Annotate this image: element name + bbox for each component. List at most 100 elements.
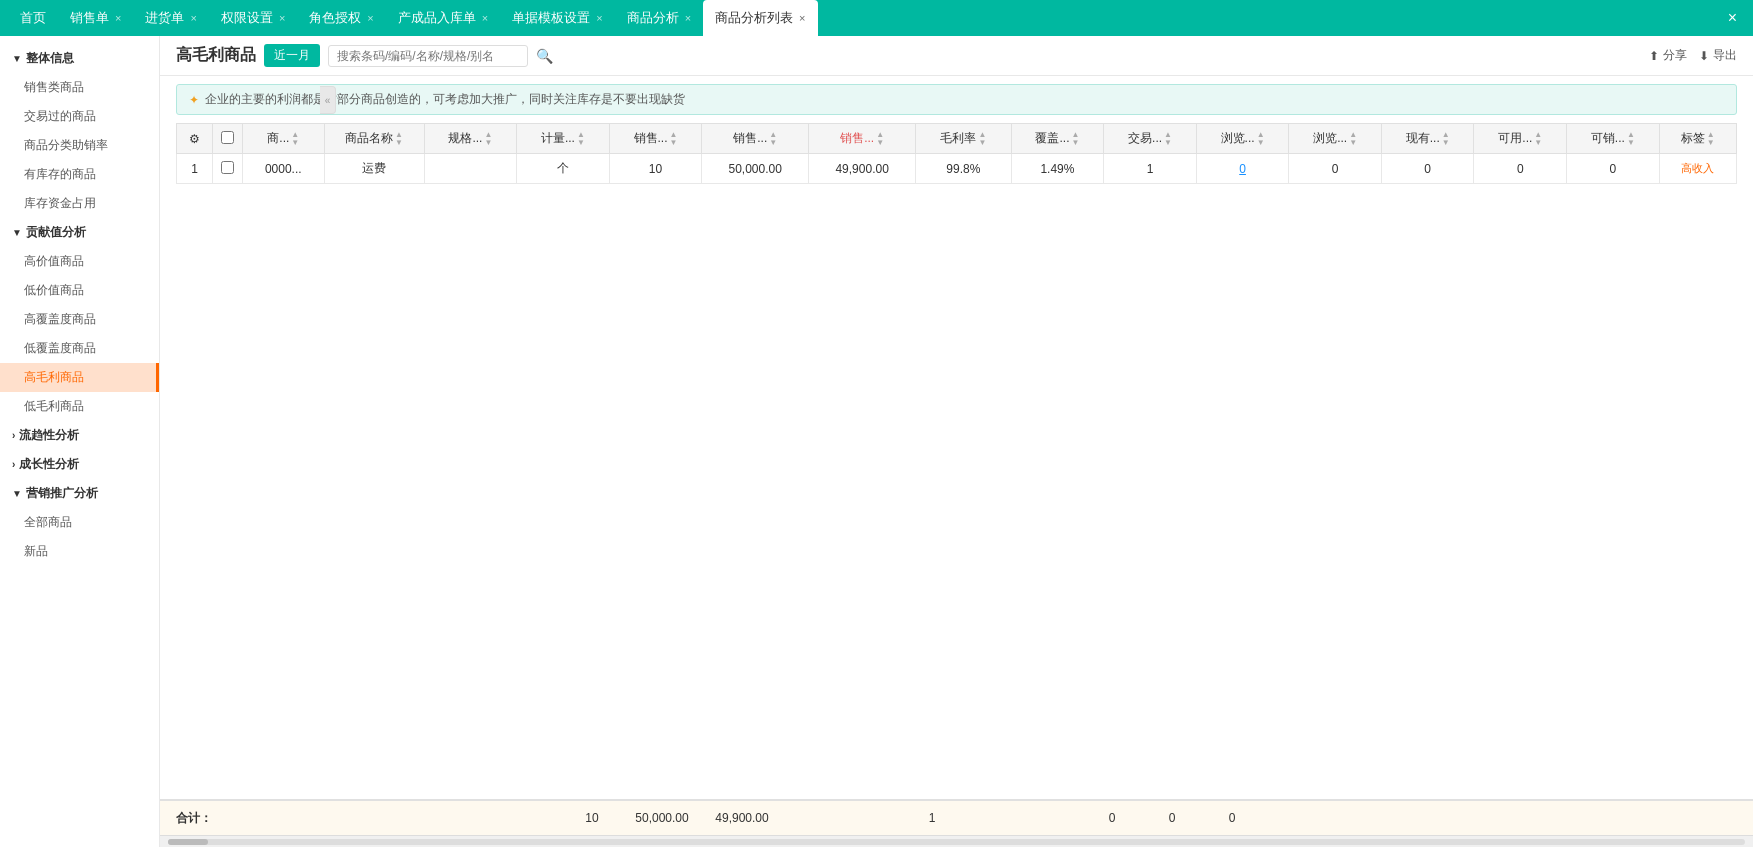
- footer-cell-empty1: [276, 807, 342, 829]
- main-layout: ▼ 整体信息 销售类商品 交易过的商品 商品分类助销率 有库存的商品 库存资金占…: [0, 36, 1753, 847]
- sidebar-item-new-goods[interactable]: 新品: [0, 537, 159, 566]
- col-unit[interactable]: 计量...▲▼: [517, 124, 610, 154]
- footer-cell-empty2: [342, 807, 402, 829]
- close-analysis-list[interactable]: ×: [799, 12, 805, 24]
- nav-template[interactable]: 单据模板设置 ×: [500, 0, 614, 36]
- close-template[interactable]: ×: [596, 12, 602, 24]
- sidebar-item-stock-capital[interactable]: 库存资金占用: [0, 189, 159, 218]
- cell-current-stock: 0: [1381, 154, 1474, 184]
- col-sellable[interactable]: 可销...▲▼: [1567, 124, 1660, 154]
- nav-analysis-list[interactable]: 商品分析列表 ×: [703, 0, 817, 36]
- col-tag[interactable]: 标签▲▼: [1659, 124, 1736, 154]
- footer-cell-sales-profit: 49,900.00: [702, 807, 782, 829]
- content-title: 高毛利商品: [176, 45, 256, 66]
- col-code[interactable]: 商...▲▼: [243, 124, 325, 154]
- sidebar-item-high-value[interactable]: 高价值商品: [0, 247, 159, 276]
- close-inbound[interactable]: ×: [482, 12, 488, 24]
- sidebar-collapse-button[interactable]: «: [320, 86, 336, 114]
- sidebar-item-low-value[interactable]: 低价值商品: [0, 276, 159, 305]
- sidebar-item-in-stock[interactable]: 有库存的商品: [0, 160, 159, 189]
- cell-checkbox[interactable]: [213, 154, 243, 184]
- sidebar-group-contribution[interactable]: ▼ 贡献值分析: [0, 218, 159, 247]
- arrow-growth: ›: [12, 459, 15, 470]
- col-coverage[interactable]: 覆盖...▲▼: [1011, 124, 1104, 154]
- footer-cell-empty5: [782, 807, 842, 829]
- sidebar-item-high-coverage[interactable]: 高覆盖度商品: [0, 305, 159, 334]
- footer-cell-empty7: [962, 807, 1022, 829]
- arrow-overall: ▼: [12, 53, 22, 64]
- scroll-track[interactable]: [168, 839, 1745, 845]
- sidebar-group-growth[interactable]: › 成长性分析: [0, 450, 159, 479]
- nav-inbound[interactable]: 产成品入库单 ×: [386, 0, 500, 36]
- export-icon: ⬇: [1699, 49, 1709, 63]
- search-button[interactable]: 🔍: [536, 48, 553, 64]
- arrow-marketing: ▼: [12, 488, 22, 499]
- col-name[interactable]: 商品名称▲▼: [324, 124, 424, 154]
- info-banner: ✦ 企业的主要的利润都是这部分商品创造的，可考虑加大推广，同时关注库存是不要出现…: [176, 84, 1737, 115]
- footer-totals: 合计： 10 50,000.00 49,900.00 1 0 0 0: [160, 799, 1753, 835]
- sidebar-group-overall[interactable]: ▼ 整体信息: [0, 44, 159, 73]
- close-role[interactable]: ×: [367, 12, 373, 24]
- cell-index: 1: [177, 154, 213, 184]
- cell-browse1[interactable]: 0: [1196, 154, 1289, 184]
- col-checkbox[interactable]: [213, 124, 243, 154]
- export-button[interactable]: ⬇ 导出: [1699, 47, 1737, 64]
- top-nav: 首页 销售单 × 进货单 × 权限设置 × 角色授权 × 产成品入库单 × 单据…: [0, 0, 1753, 36]
- col-sales-profit[interactable]: 销售...▲▼: [809, 124, 916, 154]
- content-header: 高毛利商品 近一月 🔍 ⬆ 分享 ⬇ 导出: [160, 36, 1753, 76]
- footer-cell-empty4: [502, 807, 562, 829]
- sidebar-item-low-margin[interactable]: 低毛利商品: [0, 392, 159, 421]
- sidebar-group-marketing[interactable]: ▼ 营销推广分析: [0, 479, 159, 508]
- nav-sales[interactable]: 销售单 ×: [58, 0, 133, 36]
- select-all-checkbox[interactable]: [221, 131, 234, 144]
- col-sales-amount[interactable]: 销售...▲▼: [702, 124, 809, 154]
- footer-cell-empty8: [1022, 807, 1082, 829]
- filter-month-button[interactable]: 近一月: [264, 44, 320, 67]
- cell-spec: [424, 154, 517, 184]
- sidebar-item-high-margin[interactable]: 高毛利商品: [0, 363, 159, 392]
- bottom-scrollbar[interactable]: [160, 835, 1753, 847]
- footer-cell-empty6: [842, 807, 902, 829]
- footer-cells: 10 50,000.00 49,900.00 1 0 0 0: [276, 807, 1737, 829]
- nav-home[interactable]: 首页: [8, 0, 58, 36]
- sidebar-item-all-goods[interactable]: 全部商品: [0, 508, 159, 537]
- close-sales[interactable]: ×: [115, 12, 121, 24]
- scroll-thumb[interactable]: [168, 839, 208, 845]
- close-analysis[interactable]: ×: [685, 12, 691, 24]
- arrow-trend: ›: [12, 430, 15, 441]
- cell-sales-qty: 10: [609, 154, 702, 184]
- sidebar: ▼ 整体信息 销售类商品 交易过的商品 商品分类助销率 有库存的商品 库存资金占…: [0, 36, 160, 847]
- col-gross-margin[interactable]: 毛利率▲▼: [916, 124, 1012, 154]
- sidebar-item-low-coverage[interactable]: 低覆盖度商品: [0, 334, 159, 363]
- nav-role[interactable]: 角色授权 ×: [297, 0, 385, 36]
- col-settings[interactable]: ⚙: [177, 124, 213, 154]
- nav-permission[interactable]: 权限设置 ×: [209, 0, 297, 36]
- cell-unit: 个: [517, 154, 610, 184]
- close-all-button[interactable]: ×: [1720, 9, 1745, 27]
- star-icon: ✦: [189, 93, 199, 107]
- cell-sales-amount: 50,000.00: [702, 154, 809, 184]
- col-current-stock[interactable]: 现有...▲▼: [1381, 124, 1474, 154]
- sidebar-item-traded-goods[interactable]: 交易过的商品: [0, 102, 159, 131]
- col-browse1[interactable]: 浏览...▲▼: [1196, 124, 1289, 154]
- close-permission[interactable]: ×: [279, 12, 285, 24]
- footer-cell-current-stock: 0: [1082, 807, 1142, 829]
- nav-analysis[interactable]: 商品分析 ×: [615, 0, 703, 36]
- cell-code: 0000...: [243, 154, 325, 184]
- footer-cell-transaction: 1: [902, 807, 962, 829]
- col-spec[interactable]: 规格...▲▼: [424, 124, 517, 154]
- nav-purchase[interactable]: 进货单 ×: [133, 0, 208, 36]
- sidebar-item-category-rate[interactable]: 商品分类助销率: [0, 131, 159, 160]
- sidebar-group-trend[interactable]: › 流趋性分析: [0, 421, 159, 450]
- share-button[interactable]: ⬆ 分享: [1649, 47, 1687, 64]
- close-purchase[interactable]: ×: [190, 12, 196, 24]
- col-browse2[interactable]: 浏览...▲▼: [1289, 124, 1382, 154]
- col-available[interactable]: 可用...▲▼: [1474, 124, 1567, 154]
- row-checkbox[interactable]: [221, 161, 234, 174]
- search-input[interactable]: [328, 45, 528, 67]
- cell-sales-profit: 49,900.00: [809, 154, 916, 184]
- col-sales-qty[interactable]: 销售...▲▼: [609, 124, 702, 154]
- footer-cell-sellable: 0: [1202, 807, 1262, 829]
- col-transaction[interactable]: 交易...▲▼: [1104, 124, 1197, 154]
- sidebar-item-sales-goods[interactable]: 销售类商品: [0, 73, 159, 102]
